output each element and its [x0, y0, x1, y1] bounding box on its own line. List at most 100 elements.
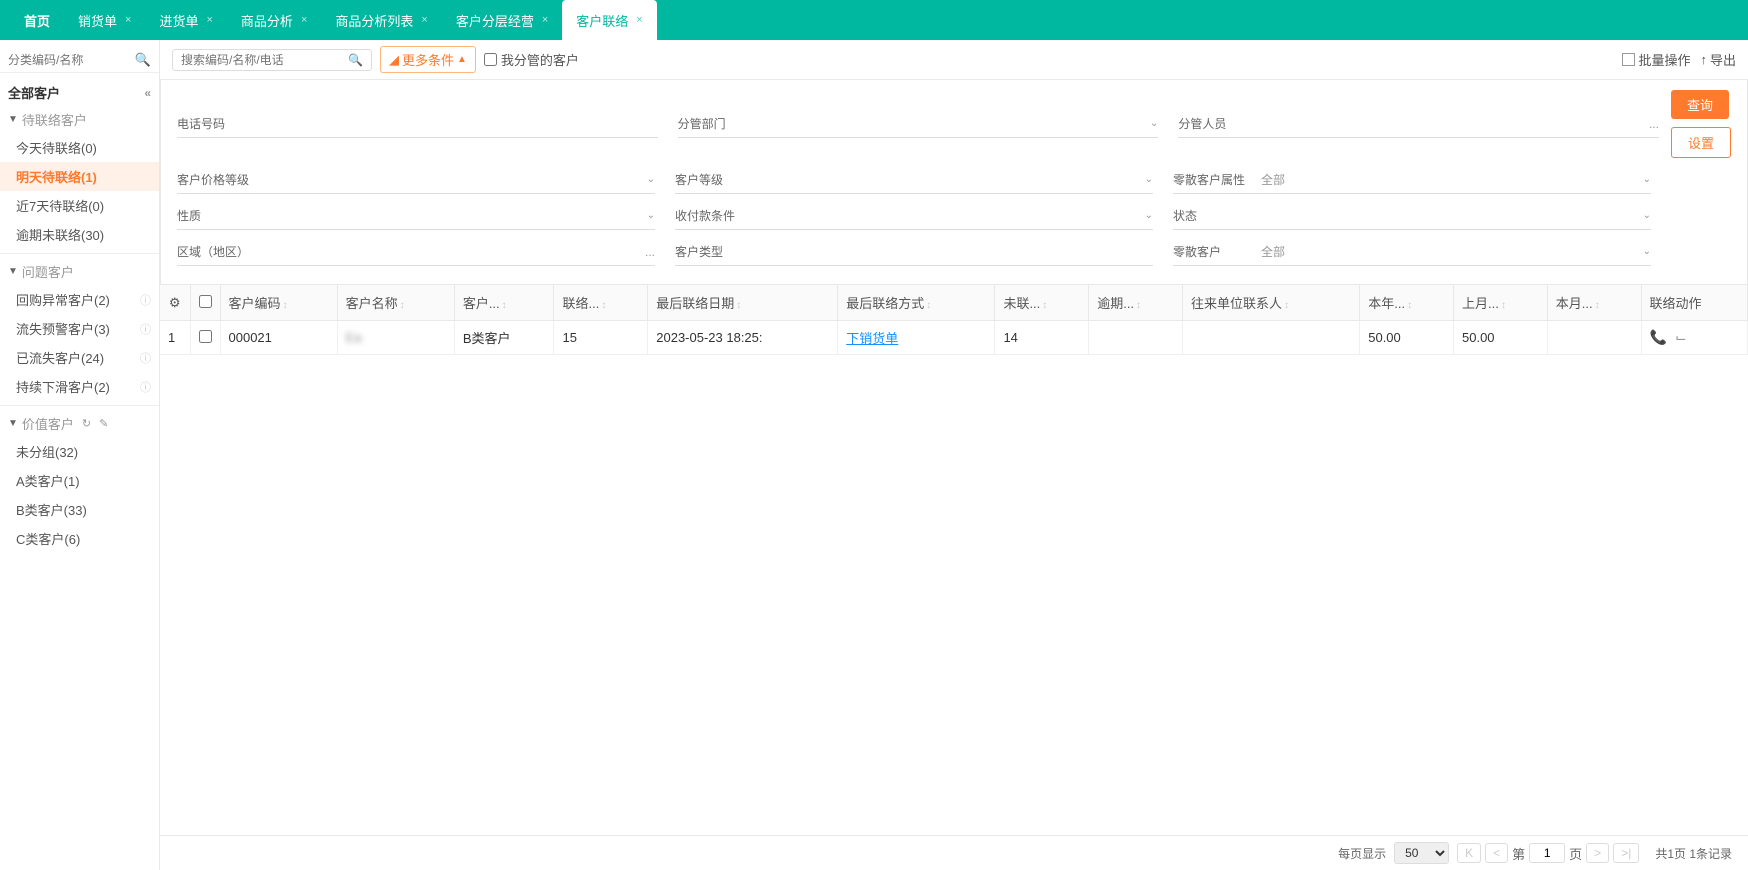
- first-page-btn[interactable]: K: [1457, 843, 1481, 863]
- nature-dropdown-icon[interactable]: ⌄: [647, 210, 655, 221]
- last-page-btn[interactable]: >|: [1613, 843, 1639, 863]
- select-all-checkbox[interactable]: [199, 295, 212, 308]
- price-level-label: 客户价格等级: [177, 171, 257, 188]
- close-contact-tab[interactable]: ×: [636, 14, 642, 26]
- dept-label: 分管部门: [678, 115, 758, 132]
- sidebar-item-today[interactable]: 今天待联络(0): [0, 133, 159, 162]
- page-number-input[interactable]: [1529, 843, 1565, 863]
- toolbar: 🔍 ◢ 更多条件 ▲ 我分管的客户 批量操作 ↑ 导出: [160, 40, 1748, 80]
- sidebar-search-icon[interactable]: 🔍: [135, 52, 151, 68]
- sidebar-item-declining[interactable]: 持续下滑客户(2) ⓘ: [0, 372, 159, 401]
- sidebar-item-week[interactable]: 近7天待联络(0): [0, 191, 159, 220]
- sidebar-search-input[interactable]: [8, 53, 135, 67]
- th-this-month[interactable]: 本月...↕: [1547, 285, 1641, 321]
- sort-name-icon: ↕: [400, 300, 405, 311]
- sidebar-item-type-b[interactable]: B类客户(33): [0, 495, 159, 524]
- close-purchase-tab[interactable]: ×: [206, 14, 212, 26]
- close-sales-tab[interactable]: ×: [125, 14, 131, 26]
- th-this-year[interactable]: 本年...↕: [1360, 285, 1454, 321]
- customer-level-dropdown-icon[interactable]: ⌄: [1145, 174, 1153, 185]
- sidebar-item-tomorrow[interactable]: 明天待联络(1): [0, 162, 159, 191]
- td-checkbox[interactable]: [190, 321, 220, 355]
- set-button[interactable]: 设置: [1671, 127, 1731, 158]
- my-customers-checkbox[interactable]: [484, 53, 497, 66]
- more-conditions-btn[interactable]: ◢ 更多条件 ▲: [380, 46, 476, 73]
- filter-retail-customer: 零散客户 全部 ⌄: [1173, 238, 1651, 266]
- close-segment-tab[interactable]: ×: [542, 14, 548, 26]
- sort-type-icon: ↕: [502, 300, 507, 311]
- nav-item-goods-analysis-list[interactable]: 商品分析列表 ×: [321, 0, 441, 40]
- th-no-contact[interactable]: 未联...↕: [995, 285, 1089, 321]
- sidebar-item-type-c[interactable]: C类客户(6): [0, 524, 159, 553]
- price-level-dropdown-icon[interactable]: ⌄: [647, 174, 655, 185]
- export-btn[interactable]: ↑ 导出: [1700, 50, 1736, 69]
- th-type[interactable]: 客户...↕: [454, 285, 554, 321]
- close-goods-analysis-tab[interactable]: ×: [301, 14, 307, 26]
- status-dropdown-icon[interactable]: ⌄: [1643, 210, 1651, 221]
- table-header-row: ⚙ 客户编码↕ 客户名称↕ 客户...↕ 联络...↕ 最后联络日期↕ 最后联络…: [160, 285, 1748, 321]
- th-code[interactable]: 客户编码↕: [220, 285, 337, 321]
- th-last-date[interactable]: 最后联络日期↕: [648, 285, 838, 321]
- sidebar-item-churned[interactable]: 已流失客户(24) ⓘ: [0, 343, 159, 372]
- customer-level-label: 客户等级: [675, 171, 755, 188]
- gear-icon[interactable]: ⚙: [169, 295, 181, 310]
- row-checkbox[interactable]: [199, 330, 212, 343]
- sidebar-value-group-label: ▼ 价值客户 ↻ ✎: [0, 410, 159, 437]
- th-gear[interactable]: ⚙: [160, 285, 190, 321]
- dept-dropdown-icon[interactable]: ⌄: [1150, 118, 1158, 129]
- filter-customer-type: 客户类型: [675, 238, 1153, 266]
- nav-item-sales[interactable]: 销货单 ×: [64, 0, 145, 40]
- help-icon-churn[interactable]: ⓘ: [140, 321, 151, 337]
- filter-panel: 电话号码 分管部门 ⌄ 分管人员 ... 查询 设置: [160, 80, 1748, 285]
- content-area: 🔍 ◢ 更多条件 ▲ 我分管的客户 批量操作 ↑ 导出: [160, 40, 1748, 870]
- value-group-edit-icon[interactable]: ✎: [99, 417, 108, 430]
- payment-dropdown-icon[interactable]: ⌄: [1145, 210, 1153, 221]
- sidebar-item-ungrouped[interactable]: 未分组(32): [0, 437, 159, 466]
- help-icon-repurchase[interactable]: ⓘ: [140, 292, 151, 308]
- filter-customer-level: 客户等级 ⌄: [675, 166, 1153, 194]
- per-page-select[interactable]: 50 100 200: [1394, 842, 1449, 864]
- th-contacts[interactable]: 联络...↕: [554, 285, 648, 321]
- my-customers-checkbox-label[interactable]: 我分管的客户: [484, 50, 579, 69]
- search-input[interactable]: [181, 53, 348, 67]
- row-action-phone-icon[interactable]: 📞: [1650, 329, 1667, 346]
- th-contact-person[interactable]: 往来单位联系人↕: [1182, 285, 1359, 321]
- search-icon[interactable]: 🔍: [348, 53, 363, 67]
- filter-payment: 收付款条件 ⌄: [675, 202, 1153, 230]
- td-last-method[interactable]: 下销货单: [838, 321, 995, 355]
- row-action-grid-icon[interactable]: ⌙: [1675, 329, 1687, 346]
- nav-item-home[interactable]: 首页: [10, 0, 64, 40]
- help-icon-churned[interactable]: ⓘ: [140, 350, 151, 366]
- next-page-btn[interactable]: >: [1586, 843, 1609, 863]
- nav-item-customer-segment[interactable]: 客户分层经营 ×: [442, 0, 562, 40]
- retail-attr-dropdown-icon[interactable]: ⌄: [1643, 174, 1651, 185]
- nav-item-customer-contact[interactable]: 客户联络 ×: [562, 0, 656, 40]
- manager-more-icon[interactable]: ...: [1649, 117, 1659, 131]
- sidebar-all-customers[interactable]: 全部客户 «: [0, 79, 159, 106]
- nav-item-goods-analysis[interactable]: 商品分析 ×: [227, 0, 321, 40]
- th-overdue[interactable]: 逾期...↕: [1089, 285, 1183, 321]
- batch-op-btn[interactable]: 批量操作: [1622, 50, 1690, 69]
- sidebar-item-type-a[interactable]: A类客户(1): [0, 466, 159, 495]
- value-group-refresh-icon[interactable]: ↻: [82, 417, 91, 430]
- close-goods-list-tab[interactable]: ×: [421, 14, 427, 26]
- th-name[interactable]: 客户名称↕: [337, 285, 454, 321]
- prev-page-btn[interactable]: <: [1485, 843, 1508, 863]
- sidebar-item-repurchase[interactable]: 回购异常客户(2) ⓘ: [0, 285, 159, 314]
- td-name: Ea: [337, 321, 454, 355]
- td-code: 000021: [220, 321, 337, 355]
- retail-customer-dropdown-icon[interactable]: ⌄: [1643, 246, 1651, 257]
- th-check[interactable]: [190, 285, 220, 321]
- sidebar-item-overdue[interactable]: 逾期未联络(30): [0, 220, 159, 249]
- query-button[interactable]: 查询: [1671, 90, 1729, 119]
- action-buttons: 查询 设置: [1671, 90, 1731, 158]
- checkbox-icon: [1622, 53, 1635, 66]
- th-last-method[interactable]: 最后联络方式↕: [838, 285, 995, 321]
- region-more-icon[interactable]: ...: [645, 245, 655, 259]
- retail-attr-value[interactable]: 全部: [1261, 171, 1643, 188]
- help-icon-declining[interactable]: ⓘ: [140, 379, 151, 395]
- nav-item-purchase[interactable]: 进货单 ×: [145, 0, 226, 40]
- th-last-month[interactable]: 上月...↕: [1454, 285, 1548, 321]
- sidebar-item-churn-warn[interactable]: 流失预警客户(3) ⓘ: [0, 314, 159, 343]
- retail-customer-value[interactable]: 全部: [1261, 243, 1643, 260]
